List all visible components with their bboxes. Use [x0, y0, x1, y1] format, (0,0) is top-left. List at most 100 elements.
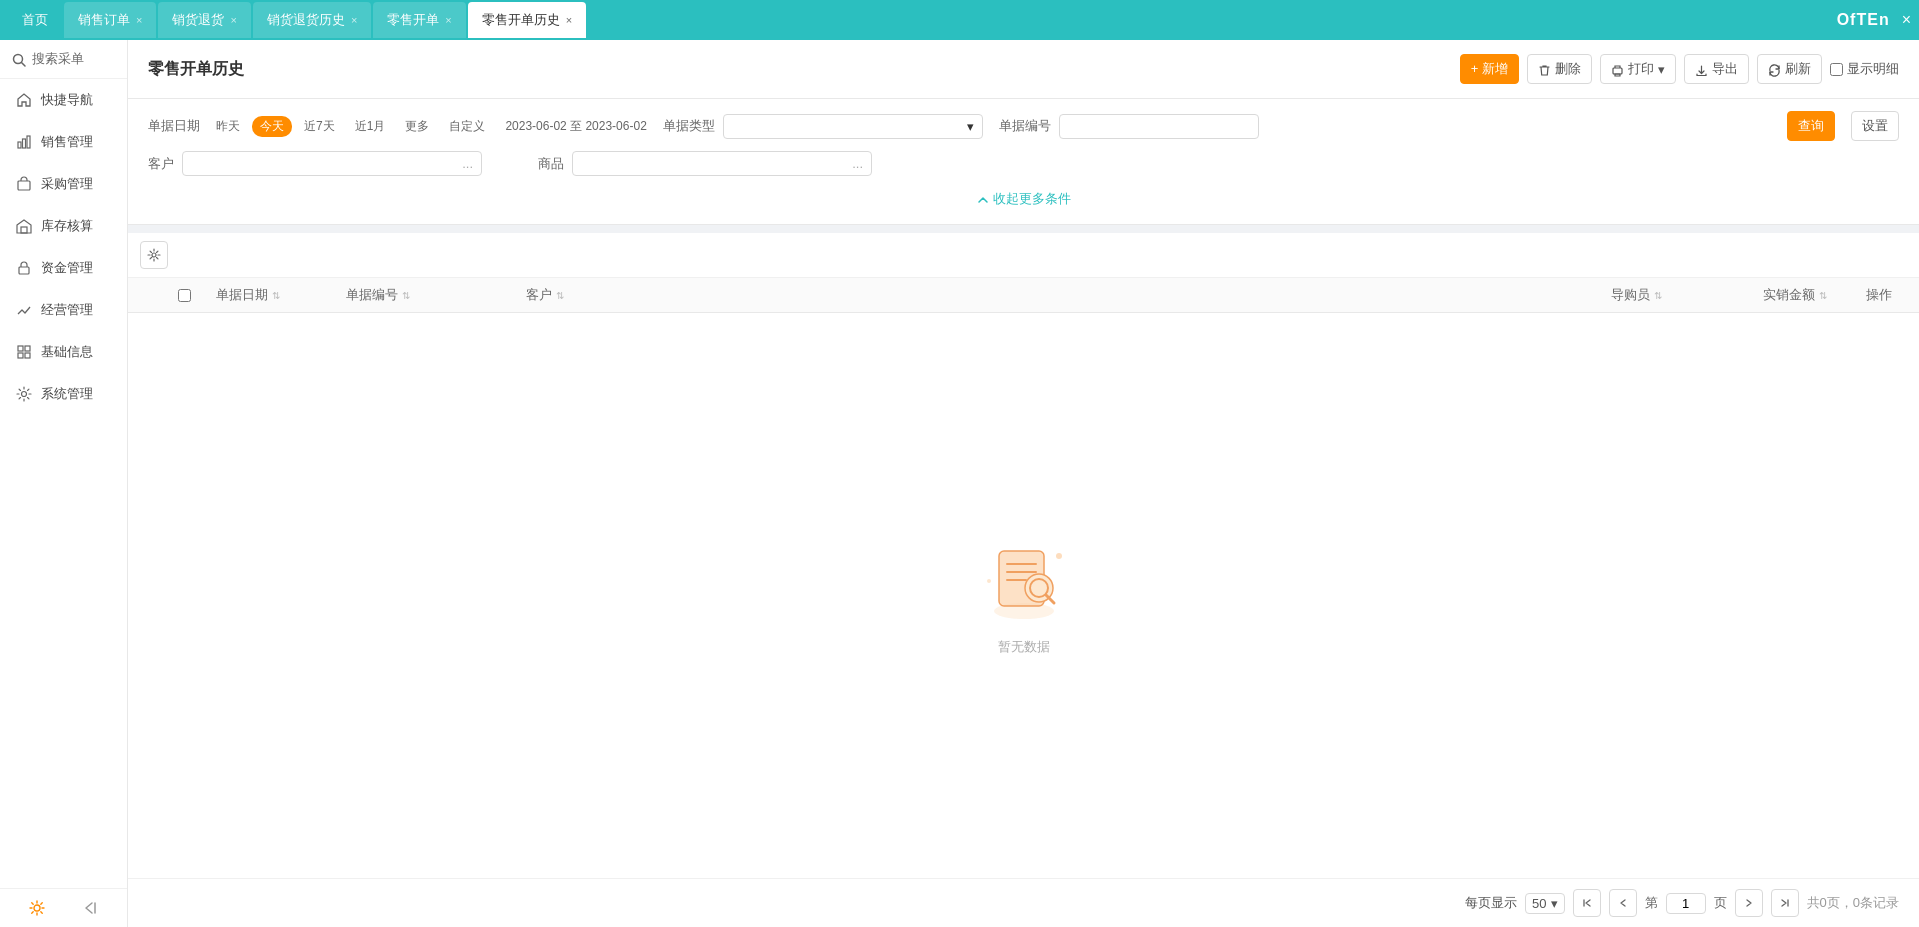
sidebar-item-purchase-mgmt[interactable]: 采购管理	[0, 163, 127, 205]
add-button[interactable]: + 新增	[1460, 54, 1519, 84]
display-detail-checkbox-group[interactable]: 显示明细	[1830, 60, 1899, 78]
product-input[interactable]: ...	[572, 151, 872, 176]
customer-filter: 客户 ...	[148, 151, 482, 176]
sidebar-item-inventory-label: 库存核算	[41, 217, 93, 235]
sort-amount-icon[interactable]: ⇅	[1819, 290, 1827, 301]
sidebar-item-operations[interactable]: 经营管理	[0, 289, 127, 331]
sidebar-collapse-icon[interactable]	[81, 899, 99, 917]
select-all-checkbox[interactable]	[178, 289, 191, 302]
customer-value	[191, 156, 462, 171]
display-detail-checkbox[interactable]	[1830, 63, 1843, 76]
empty-text: 暂无数据	[998, 638, 1050, 656]
refresh-label: 刷新	[1785, 60, 1811, 78]
sort-order-no-icon[interactable]: ⇅	[402, 290, 410, 301]
date-1month[interactable]: 近1月	[347, 116, 394, 137]
date-today[interactable]: 今天	[252, 116, 292, 137]
next-page-btn[interactable]	[1735, 889, 1763, 917]
tab-sales-return-close[interactable]: ×	[230, 14, 236, 26]
per-page-label: 每页显示	[1465, 894, 1517, 912]
date-7days[interactable]: 近7天	[296, 116, 343, 137]
sidebar-item-basic-info[interactable]: 基础信息	[0, 331, 127, 373]
sidebar-item-sales-mgmt-label: 销售管理	[41, 133, 93, 151]
svg-rect-15	[1613, 68, 1622, 74]
sidebar-search[interactable]: 搜索采单	[0, 40, 127, 79]
svg-rect-11	[25, 353, 30, 358]
tab-retail-open-history-close[interactable]: ×	[566, 14, 572, 26]
window-close-btn[interactable]: ×	[1902, 11, 1911, 29]
per-page-dropdown-icon: ▾	[1551, 896, 1558, 911]
sort-date-icon[interactable]: ⇅	[272, 290, 280, 301]
date-custom[interactable]: 自定义	[441, 116, 493, 137]
date-yesterday[interactable]: 昨天	[208, 116, 248, 137]
order-no-value	[1068, 119, 1250, 134]
sidebar-item-inventory[interactable]: 库存核算	[0, 205, 127, 247]
per-page-value: 50	[1532, 896, 1546, 911]
per-page-select[interactable]: 50 ▾	[1525, 893, 1564, 914]
table-section: 单据日期 ⇅ 单据编号 ⇅ 客户 ⇅ 导购员 ⇅ 实销金额 ⇅	[128, 233, 1919, 878]
th-checkbox[interactable]	[164, 289, 204, 302]
th-amount: 实销金额 ⇅	[1719, 286, 1839, 304]
sidebar-item-finance[interactable]: 资金管理	[0, 247, 127, 289]
lock-icon	[15, 259, 33, 277]
settings-button[interactable]: 设置	[1851, 111, 1899, 141]
tab-home[interactable]: 首页	[8, 2, 62, 38]
export-button[interactable]: 导出	[1684, 54, 1749, 84]
tab-sales-return-history-close[interactable]: ×	[351, 14, 357, 26]
sidebar-gear-icon[interactable]	[28, 899, 46, 917]
date-filter: 单据日期 昨天 今天 近7天 近1月 更多 自定义 2023-06-02 至 2…	[148, 116, 647, 137]
order-no-input[interactable]	[1059, 114, 1259, 139]
print-button[interactable]: 打印 ▾	[1600, 54, 1676, 84]
sidebar-item-quick-nav[interactable]: 快捷导航	[0, 79, 127, 121]
tab-retail-open-close[interactable]: ×	[445, 14, 451, 26]
table-column-settings-btn[interactable]	[140, 241, 168, 269]
svg-line-1	[22, 62, 26, 66]
collapse-filter-label: 收起更多条件	[993, 190, 1071, 208]
svg-rect-8	[18, 346, 23, 351]
bar-chart-icon	[15, 301, 33, 319]
refresh-icon	[1768, 61, 1781, 76]
sidebar-bottom	[0, 888, 127, 927]
page-header: 零售开单历史 + 新增 删除 打印 ▾	[128, 40, 1919, 99]
sort-customer-icon[interactable]: ⇅	[556, 290, 564, 301]
sidebar-item-finance-label: 资金管理	[41, 259, 93, 277]
prev-page-btn[interactable]	[1609, 889, 1637, 917]
th-action: 操作	[1839, 286, 1919, 304]
page-number-input[interactable]: 1	[1666, 893, 1706, 914]
tab-sales-order-close[interactable]: ×	[136, 14, 142, 26]
th-date: 单据日期 ⇅	[204, 286, 334, 304]
date-more[interactable]: 更多	[397, 116, 437, 137]
collapse-filter-btn[interactable]: 收起更多条件	[965, 186, 1083, 212]
date-shortcuts: 昨天 今天 近7天 近1月 更多 自定义	[208, 116, 493, 137]
last-page-btn[interactable]	[1771, 889, 1799, 917]
sidebar-item-system[interactable]: 系统管理	[0, 373, 127, 415]
order-type-select[interactable]: ▾	[723, 114, 983, 139]
date-filter-label: 单据日期	[148, 117, 200, 135]
tab-retail-open-history-label: 零售开单历史	[482, 11, 560, 29]
tab-retail-open-label: 零售开单	[387, 11, 439, 29]
page-title: 零售开单历史	[148, 59, 244, 94]
filter-row-2: 客户 ... 商品 ...	[148, 151, 1899, 176]
display-detail-label: 显示明细	[1847, 60, 1899, 78]
sort-guide-icon[interactable]: ⇅	[1654, 290, 1662, 301]
order-no-filter: 单据编号	[999, 114, 1259, 139]
svg-point-13	[34, 905, 40, 911]
tab-sales-return[interactable]: 销货退货 ×	[158, 2, 250, 38]
svg-rect-7	[19, 267, 29, 274]
filter-area: 单据日期 昨天 今天 近7天 近1月 更多 自定义 2023-06-02 至 2…	[128, 99, 1919, 225]
tab-sales-return-history[interactable]: 销货退货历史 ×	[253, 2, 371, 38]
sidebar: 搜索采单 快捷导航 销售管理 采购管理 库存核算	[0, 40, 128, 927]
brand-label: OfTEn	[1837, 11, 1890, 29]
tab-retail-open-history[interactable]: 零售开单历史 ×	[468, 2, 586, 38]
main-layout: 搜索采单 快捷导航 销售管理 采购管理 库存核算	[0, 40, 1919, 927]
customer-input[interactable]: ...	[182, 151, 482, 176]
svg-point-16	[152, 253, 156, 257]
tab-retail-open[interactable]: 零售开单 ×	[373, 2, 465, 38]
query-button[interactable]: 查询	[1787, 111, 1835, 141]
sidebar-item-system-label: 系统管理	[41, 385, 93, 403]
sidebar-item-sales-mgmt[interactable]: 销售管理	[0, 121, 127, 163]
refresh-button[interactable]: 刷新	[1757, 54, 1822, 84]
tab-sales-order[interactable]: 销售订单 ×	[64, 2, 156, 38]
delete-button[interactable]: 删除	[1527, 54, 1592, 84]
collapse-up-icon	[977, 192, 989, 207]
first-page-btn[interactable]	[1573, 889, 1601, 917]
